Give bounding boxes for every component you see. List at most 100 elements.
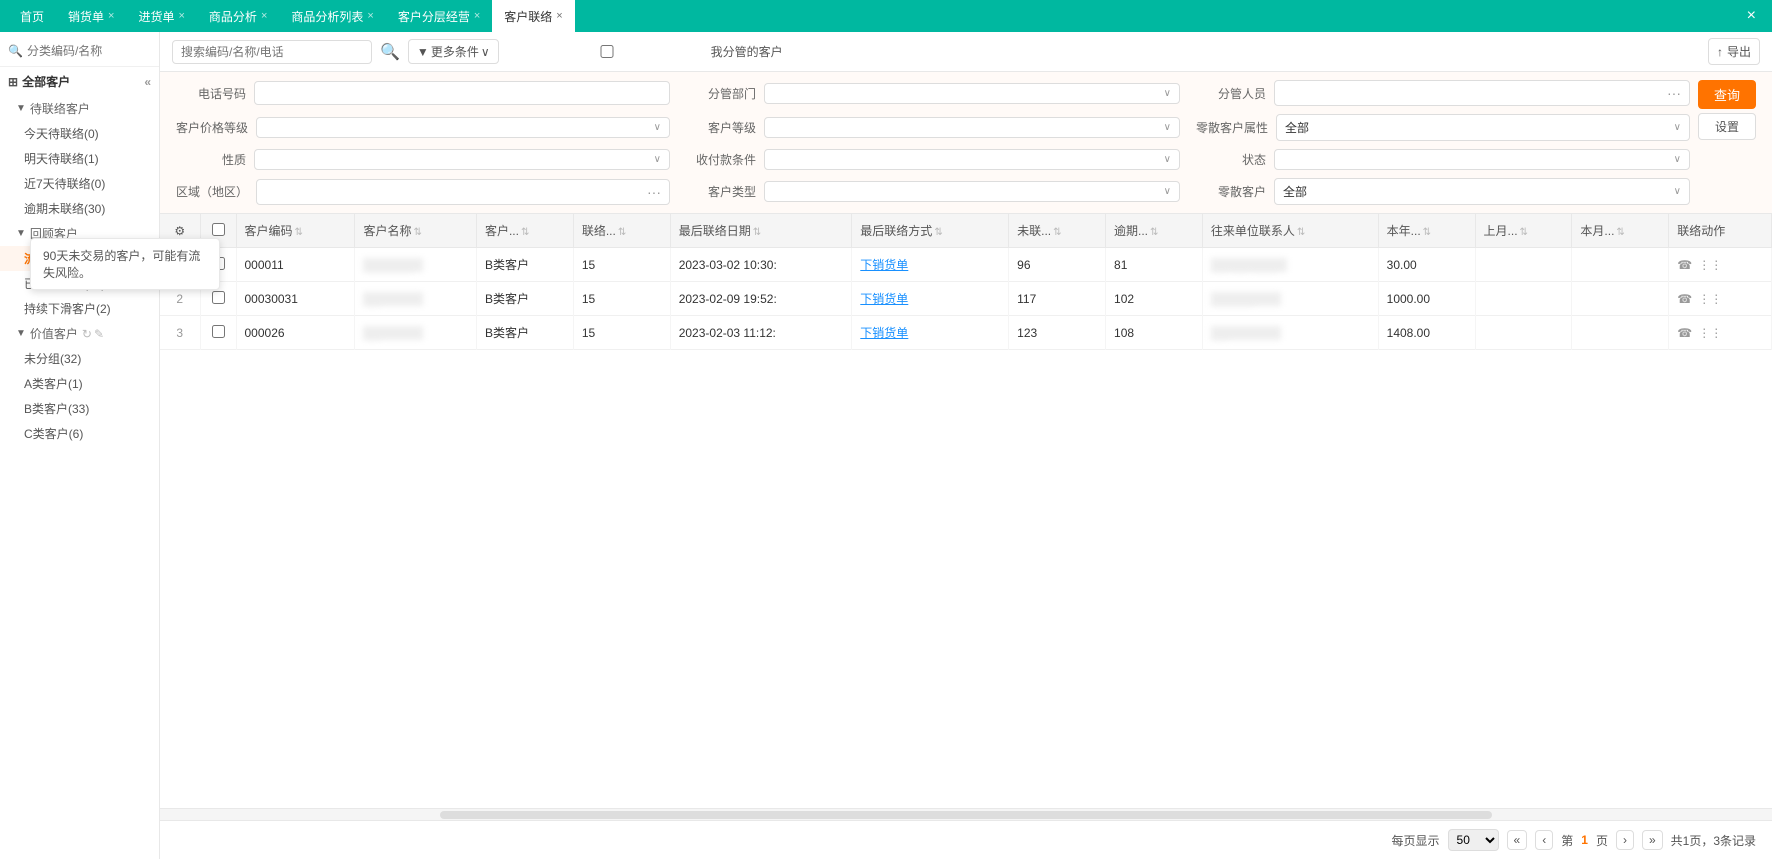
- sidebar-item-overdue-contact[interactable]: 逾期未联络(30): [0, 196, 159, 221]
- row-last-month: [1475, 248, 1572, 282]
- close-icon[interactable]: ×: [108, 10, 114, 22]
- row-last-type[interactable]: 下销货单: [852, 316, 1009, 350]
- query-button[interactable]: 查询: [1698, 80, 1756, 109]
- collapse-icon[interactable]: «: [144, 75, 151, 89]
- contact-icon[interactable]: ☎: [1677, 292, 1692, 306]
- nature-select[interactable]: ∨: [254, 149, 670, 170]
- arrow-icon: ▼: [16, 103, 26, 114]
- sidebar-search-input[interactable]: [27, 44, 151, 58]
- prev-page-button[interactable]: ‹: [1535, 830, 1553, 850]
- sidebar-item-7day-contact[interactable]: 近7天待联络(0): [0, 171, 159, 196]
- sidebar-item-declining[interactable]: 持续下滑客户(2): [0, 296, 159, 321]
- nav-product-analysis[interactable]: 商品分析 ×: [197, 0, 279, 32]
- select-all-checkbox[interactable]: [212, 223, 225, 236]
- nav-home[interactable]: 首页: [8, 0, 56, 32]
- edit-icon[interactable]: ✎: [94, 327, 104, 341]
- sidebar-item-class-c[interactable]: C类客户(6): [0, 421, 159, 446]
- row-last-type[interactable]: 下销货单: [852, 282, 1009, 316]
- row-contact: 15: [573, 316, 670, 350]
- customer-level-select[interactable]: ∨: [764, 117, 1180, 138]
- first-page-button[interactable]: «: [1507, 830, 1528, 850]
- filter-more-button[interactable]: ▼ 更多条件 ∨: [408, 39, 499, 64]
- sidebar-item-class-a[interactable]: A类客户(1): [0, 371, 159, 396]
- price-level-select[interactable]: ∨: [256, 117, 670, 138]
- window-close-icon[interactable]: ×: [1739, 7, 1764, 25]
- close-icon[interactable]: ×: [556, 10, 562, 22]
- row-code: 000011: [236, 248, 355, 282]
- col-this-month[interactable]: 本月...⇅: [1572, 214, 1669, 248]
- row-code: 000026: [236, 316, 355, 350]
- retail-customer-select[interactable]: 全部 ∨: [1274, 178, 1690, 205]
- nav-sales[interactable]: 销货单 ×: [56, 0, 126, 32]
- search-button[interactable]: 🔍: [380, 42, 400, 62]
- close-icon[interactable]: ×: [261, 10, 267, 22]
- col-last-date[interactable]: 最后联络日期⇅: [670, 214, 852, 248]
- scroll-track[interactable]: [440, 811, 1492, 819]
- sidebar-all-customers[interactable]: ⊞ 全部客户 «: [0, 67, 159, 96]
- col-name[interactable]: 客户名称⇅: [355, 214, 476, 248]
- scroll-bar-area[interactable]: [160, 808, 1772, 820]
- sidebar-item-today-contact[interactable]: 今天待联络(0): [0, 121, 159, 146]
- sidebar-item-class-b[interactable]: B类客户(33): [0, 396, 159, 421]
- export-button[interactable]: ↑ 导出: [1708, 38, 1760, 65]
- nav-customer-layer[interactable]: 客户分层经营 ×: [386, 0, 492, 32]
- payment-select[interactable]: ∨: [764, 149, 1180, 170]
- col-overdue[interactable]: 逾期...⇅: [1106, 214, 1203, 248]
- region-select[interactable]: ···: [256, 179, 670, 205]
- toolbar: 🔍 ▼ 更多条件 ∨ 我分管的客户 ↑ 导出: [160, 32, 1772, 72]
- nav-product-list[interactable]: 商品分析列表 ×: [279, 0, 385, 32]
- row-not-contacted: 117: [1009, 282, 1106, 316]
- close-icon[interactable]: ×: [474, 10, 480, 22]
- row-overdue: 102: [1106, 282, 1203, 316]
- page-prefix-label: 第: [1561, 832, 1573, 849]
- more-icon[interactable]: ···: [647, 184, 661, 200]
- nav-customer-contact[interactable]: 客户联络 ×: [492, 0, 574, 32]
- contact-icon[interactable]: ☎: [1677, 326, 1692, 340]
- filter-region: 区域（地区） ···: [176, 179, 670, 205]
- filter-retail-customer: 零散客户 全部 ∨: [1196, 178, 1690, 205]
- col-contact-person[interactable]: 往来单位联系人⇅: [1202, 214, 1378, 248]
- col-code[interactable]: 客户编码⇅: [236, 214, 355, 248]
- status-select[interactable]: ∨: [1274, 149, 1690, 170]
- close-icon[interactable]: ×: [367, 10, 373, 22]
- col-not-contacted[interactable]: 未联...⇅: [1009, 214, 1106, 248]
- col-this-year[interactable]: 本年...⇅: [1378, 214, 1475, 248]
- dept-select[interactable]: ∨: [764, 83, 1180, 104]
- my-customers-checkbox[interactable]: 我分管的客户: [507, 43, 783, 60]
- sidebar-item-tomorrow-contact[interactable]: 明天待联络(1): [0, 146, 159, 171]
- close-icon[interactable]: ×: [178, 10, 184, 22]
- per-page-select[interactable]: 50 20 100: [1448, 829, 1499, 851]
- customer-type-select[interactable]: ∨: [764, 181, 1180, 202]
- nav-purchase[interactable]: 进货单 ×: [126, 0, 196, 32]
- sidebar-group-pending[interactable]: ▼ 待联络客户: [0, 96, 159, 121]
- row-actions[interactable]: ☎ ⋮⋮: [1669, 248, 1772, 282]
- col-last-month[interactable]: 上月...⇅: [1475, 214, 1572, 248]
- row-actions[interactable]: ☎ ⋮⋮: [1669, 282, 1772, 316]
- contact-icon[interactable]: ☎: [1677, 258, 1692, 272]
- filter-area: 电话号码 分管部门 ∨ 分管人员: [160, 72, 1772, 214]
- refresh-icon[interactable]: ↻: [82, 327, 92, 341]
- more-icon[interactable]: ···: [1667, 85, 1681, 101]
- next-page-button[interactable]: ›: [1616, 830, 1634, 850]
- sidebar-item-ungrouped[interactable]: 未分组(32): [0, 346, 159, 371]
- my-customers-check[interactable]: [507, 45, 707, 58]
- settings-button[interactable]: 设置: [1698, 113, 1756, 140]
- more-actions-icon[interactable]: ⋮⋮: [1698, 326, 1722, 340]
- retail-attr-select[interactable]: 全部 ∨: [1276, 114, 1690, 141]
- col-last-type[interactable]: 最后联络方式⇅: [852, 214, 1009, 248]
- filter-manager: 分管人员 ···: [1196, 80, 1690, 106]
- row-actions[interactable]: ☎ ⋮⋮: [1669, 316, 1772, 350]
- sidebar-group-value[interactable]: ▼ 价值客户 ↻ ✎: [0, 321, 159, 346]
- col-contact[interactable]: 联络...⇅: [573, 214, 670, 248]
- last-page-button[interactable]: »: [1642, 830, 1663, 850]
- phone-input[interactable]: [254, 81, 670, 105]
- row-checkbox[interactable]: [200, 316, 236, 350]
- more-actions-icon[interactable]: ⋮⋮: [1698, 292, 1722, 306]
- filter-payment: 收付款条件 ∨: [686, 149, 1180, 170]
- search-input[interactable]: [172, 40, 372, 64]
- row-last-type[interactable]: 下销货单: [852, 248, 1009, 282]
- col-type[interactable]: 客户...⇅: [476, 214, 573, 248]
- per-page-label: 每页显示: [1392, 832, 1440, 849]
- more-actions-icon[interactable]: ⋮⋮: [1698, 258, 1722, 272]
- manager-select[interactable]: ···: [1274, 80, 1690, 106]
